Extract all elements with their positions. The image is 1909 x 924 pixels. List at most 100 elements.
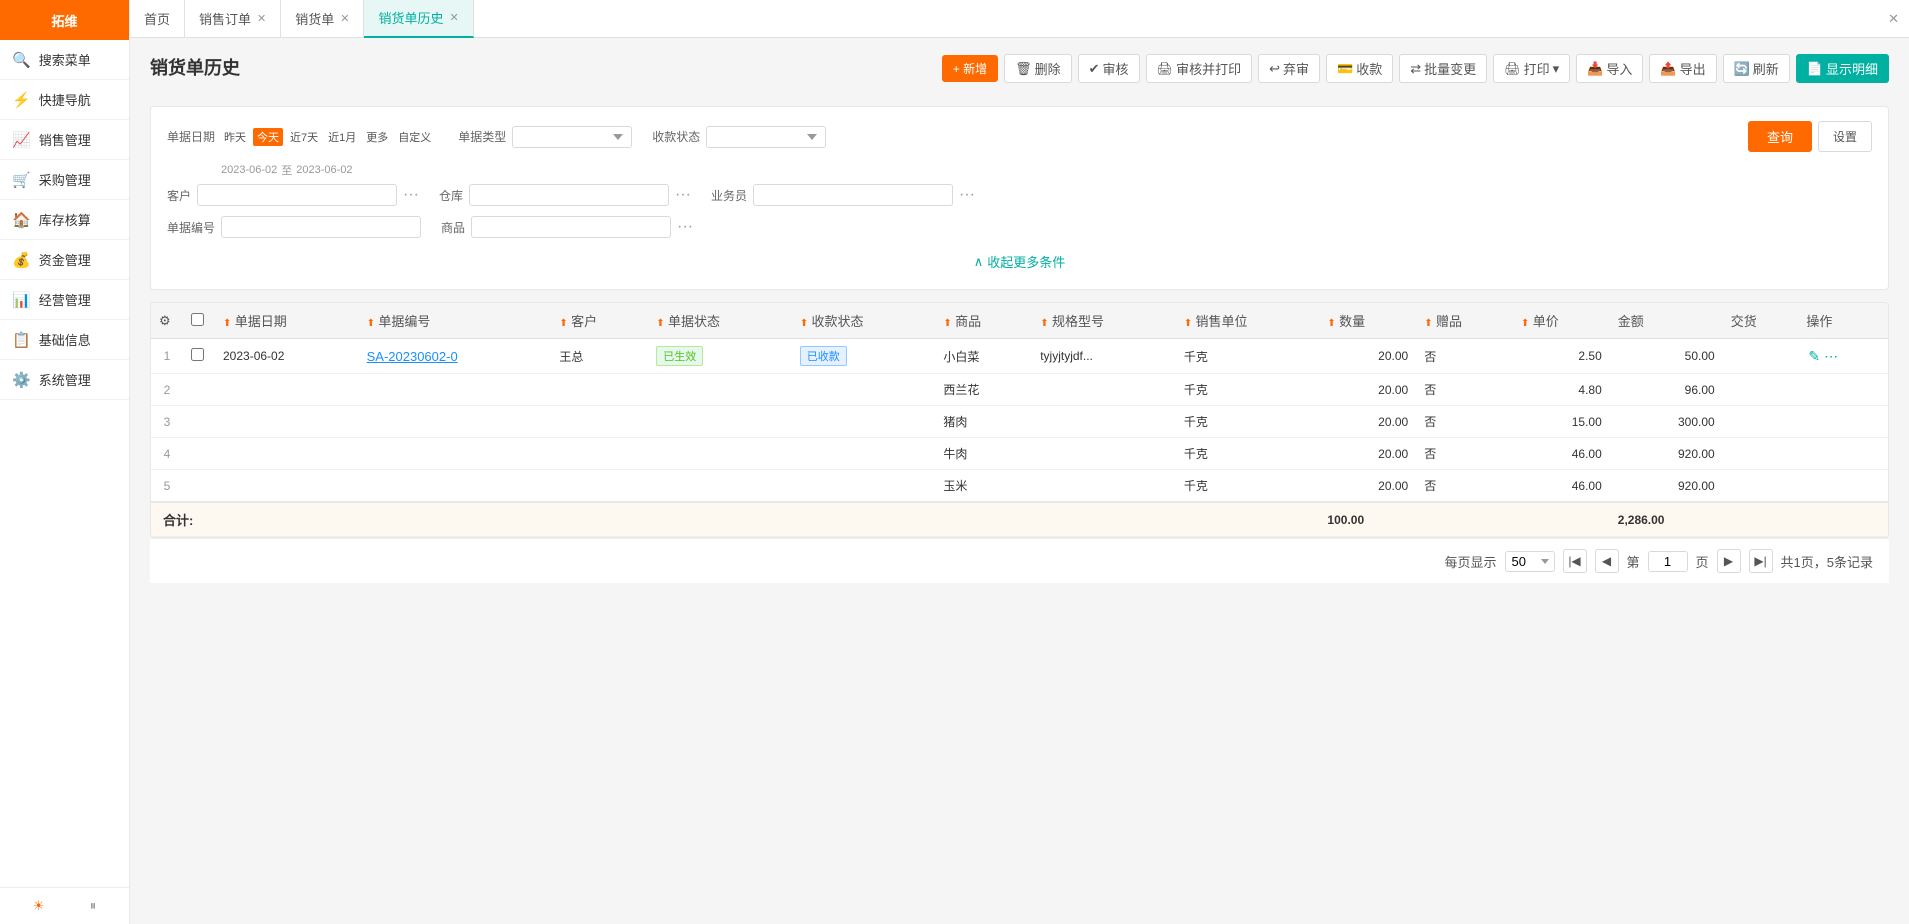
th-goods[interactable]: ⬆ 商品 [935, 303, 1032, 339]
shortcut-more[interactable]: 更多 [363, 128, 391, 146]
sidebar-item-quick-nav[interactable]: ⚡ 快捷导航 [0, 80, 129, 120]
summary-total-quantity: 100.00 [1319, 502, 1416, 537]
new-button[interactable]: + 新增 [942, 55, 998, 82]
sidebar-item-sys-mgmt[interactable]: ⚙️ 系统管理 [0, 360, 129, 400]
cell-gift: 否 [1416, 470, 1513, 503]
goods-input[interactable] [471, 216, 671, 238]
shortcut-1month[interactable]: 近1月 [325, 128, 359, 146]
th-doc-num[interactable]: ⬆ 单据编号 [359, 303, 552, 339]
customer-input[interactable] [197, 184, 397, 206]
sidebar-bottom-icon1[interactable]: ☀ [33, 898, 45, 914]
filter-doc-type: 单据类型 [458, 126, 632, 148]
cell-gift: 否 [1416, 438, 1513, 470]
refresh-button[interactable]: 🔄 刷新 [1723, 54, 1790, 83]
delete-button[interactable]: 🗑 删除 [1004, 54, 1072, 83]
next-page-btn[interactable]: ▶ [1717, 549, 1741, 573]
cell-checkbox[interactable] [183, 339, 215, 374]
collapse-button[interactable]: ∧ 收起更多条件 [167, 248, 1872, 275]
close-sales-history-tab[interactable]: ✕ [450, 11, 459, 24]
cell-doc-status: 已生效 [648, 339, 792, 374]
shortcut-7days[interactable]: 近7天 [287, 128, 321, 146]
sidebar-item-inventory[interactable]: 🏠 库存核算 [0, 200, 129, 240]
sidebar-item-basic-info[interactable]: 📋 基础信息 [0, 320, 129, 360]
doc-num-input[interactable] [221, 216, 421, 238]
th-customer[interactable]: ⬆ 客户 [551, 303, 648, 339]
last-page-btn[interactable]: ▶| [1749, 549, 1773, 573]
cell-customer [551, 374, 648, 406]
warehouse-dots[interactable]: ··· [675, 186, 691, 204]
prev-page-btn[interactable]: ◀ [1595, 549, 1619, 573]
filter-panel: 单据日期 昨天 今天 近7天 近1月 更多 自定义 单据类型 [150, 106, 1889, 290]
shortcut-custom[interactable]: 自定义 [395, 128, 434, 146]
show-detail-button[interactable]: 📄 显示明细 [1796, 54, 1889, 83]
setting-button[interactable]: 设置 [1818, 121, 1872, 152]
print-button[interactable]: 🖨 打印 ▾ [1493, 54, 1570, 83]
th-quantity[interactable]: ⬆ 数量 [1319, 303, 1416, 339]
doc-num-link[interactable]: SA-20230602-0 [367, 349, 458, 364]
th-checkbox[interactable] [183, 303, 215, 339]
doc-type-select[interactable] [512, 126, 632, 148]
close-sales-order-tab[interactable]: ✕ [257, 12, 266, 25]
cell-checkbox[interactable] [183, 406, 215, 438]
customer-dots[interactable]: ··· [403, 186, 419, 204]
date-range-display: 2023-06-02 至 2023-06-02 [167, 162, 353, 178]
close-sales-delivery-tab[interactable]: ✕ [340, 12, 349, 25]
th-collect-status[interactable]: ⬆ 收款状态 [792, 303, 936, 339]
tab-sales-delivery[interactable]: 销货单 ✕ [281, 0, 364, 38]
warehouse-input[interactable] [469, 184, 669, 206]
cell-checkbox[interactable] [183, 470, 215, 503]
sort-icon-10: ⬆ [1424, 318, 1432, 329]
tab-sales-history[interactable]: 销货单历史 ✕ [364, 0, 473, 38]
query-button[interactable]: 查询 [1748, 121, 1812, 152]
cell-spec-type [1032, 470, 1176, 503]
sidebar-bottom-icon2[interactable]: ⏸ [90, 898, 97, 914]
shortcut-today[interactable]: 今天 [253, 128, 283, 146]
tab-home[interactable]: 首页 [130, 0, 185, 38]
cell-doc-status [648, 406, 792, 438]
page-number-input[interactable] [1648, 551, 1688, 572]
per-page-select[interactable]: 50 10 20 100 [1505, 551, 1555, 572]
export-button[interactable]: 📤 导出 [1649, 54, 1716, 83]
th-sales-unit[interactable]: ⬆ 销售单位 [1176, 303, 1320, 339]
th-settings[interactable]: ⚙ [151, 303, 183, 339]
batch-change-button[interactable]: ⇄ 批量变更 [1399, 54, 1487, 83]
sidebar-item-sales-mgmt[interactable]: 📈 销售管理 [0, 120, 129, 160]
sidebar-item-search-menu[interactable]: 🔍 搜索菜单 [0, 40, 129, 80]
first-page-btn[interactable]: |◀ [1563, 549, 1587, 573]
audit-print-button[interactable]: 🖨 审核并打印 [1146, 54, 1253, 83]
th-gift[interactable]: ⬆ 赠品 [1416, 303, 1513, 339]
import-button[interactable]: 📥 导入 [1576, 54, 1643, 83]
cell-spec-type [1032, 438, 1176, 470]
tab-sales-order[interactable]: 销售订单 ✕ [185, 0, 281, 38]
collect-button[interactable]: 💳 收款 [1326, 54, 1393, 83]
cart-icon: 🛒 [12, 171, 31, 189]
more-icon[interactable]: ⋯ [1824, 348, 1838, 364]
collect-status-select[interactable] [706, 126, 826, 148]
salesperson-input[interactable] [753, 184, 953, 206]
th-doc-date[interactable]: ⬆ 单据日期 [215, 303, 359, 339]
cell-collect-status: 已收款 [792, 339, 936, 374]
audit-button[interactable]: ✔ 审核 [1078, 54, 1140, 83]
sidebar-item-finance[interactable]: 💰 资金管理 [0, 240, 129, 280]
cell-trade [1723, 406, 1799, 438]
salesperson-dots[interactable]: ··· [959, 186, 975, 204]
abandon-button[interactable]: ↩ 弃审 [1258, 54, 1320, 83]
sidebar-item-purchase-mgmt[interactable]: 🛒 采购管理 [0, 160, 129, 200]
th-spec-type[interactable]: ⬆ 规格型号 [1032, 303, 1176, 339]
cell-row-num: 4 [151, 438, 183, 470]
cell-checkbox[interactable] [183, 438, 215, 470]
edit-icon[interactable]: ✎ [1808, 348, 1820, 364]
select-all-checkbox[interactable] [191, 313, 204, 326]
th-doc-status[interactable]: ⬆ 单据状态 [648, 303, 792, 339]
close-all-tabs-btn[interactable]: ✕ [1878, 11, 1909, 27]
cell-amount: 920.00 [1610, 438, 1723, 470]
goods-dots[interactable]: ··· [677, 218, 693, 236]
cell-sales-unit: 千克 [1176, 406, 1320, 438]
shortcut-yesterday[interactable]: 昨天 [221, 128, 249, 146]
cell-doc-num [359, 470, 552, 503]
cell-checkbox[interactable] [183, 374, 215, 406]
th-unit-price[interactable]: ⬆ 单价 [1513, 303, 1610, 339]
sort-icon-7: ⬆ [1040, 318, 1048, 329]
sidebar-item-ops-mgmt[interactable]: 📊 经营管理 [0, 280, 129, 320]
cell-quantity: 20.00 [1319, 374, 1416, 406]
